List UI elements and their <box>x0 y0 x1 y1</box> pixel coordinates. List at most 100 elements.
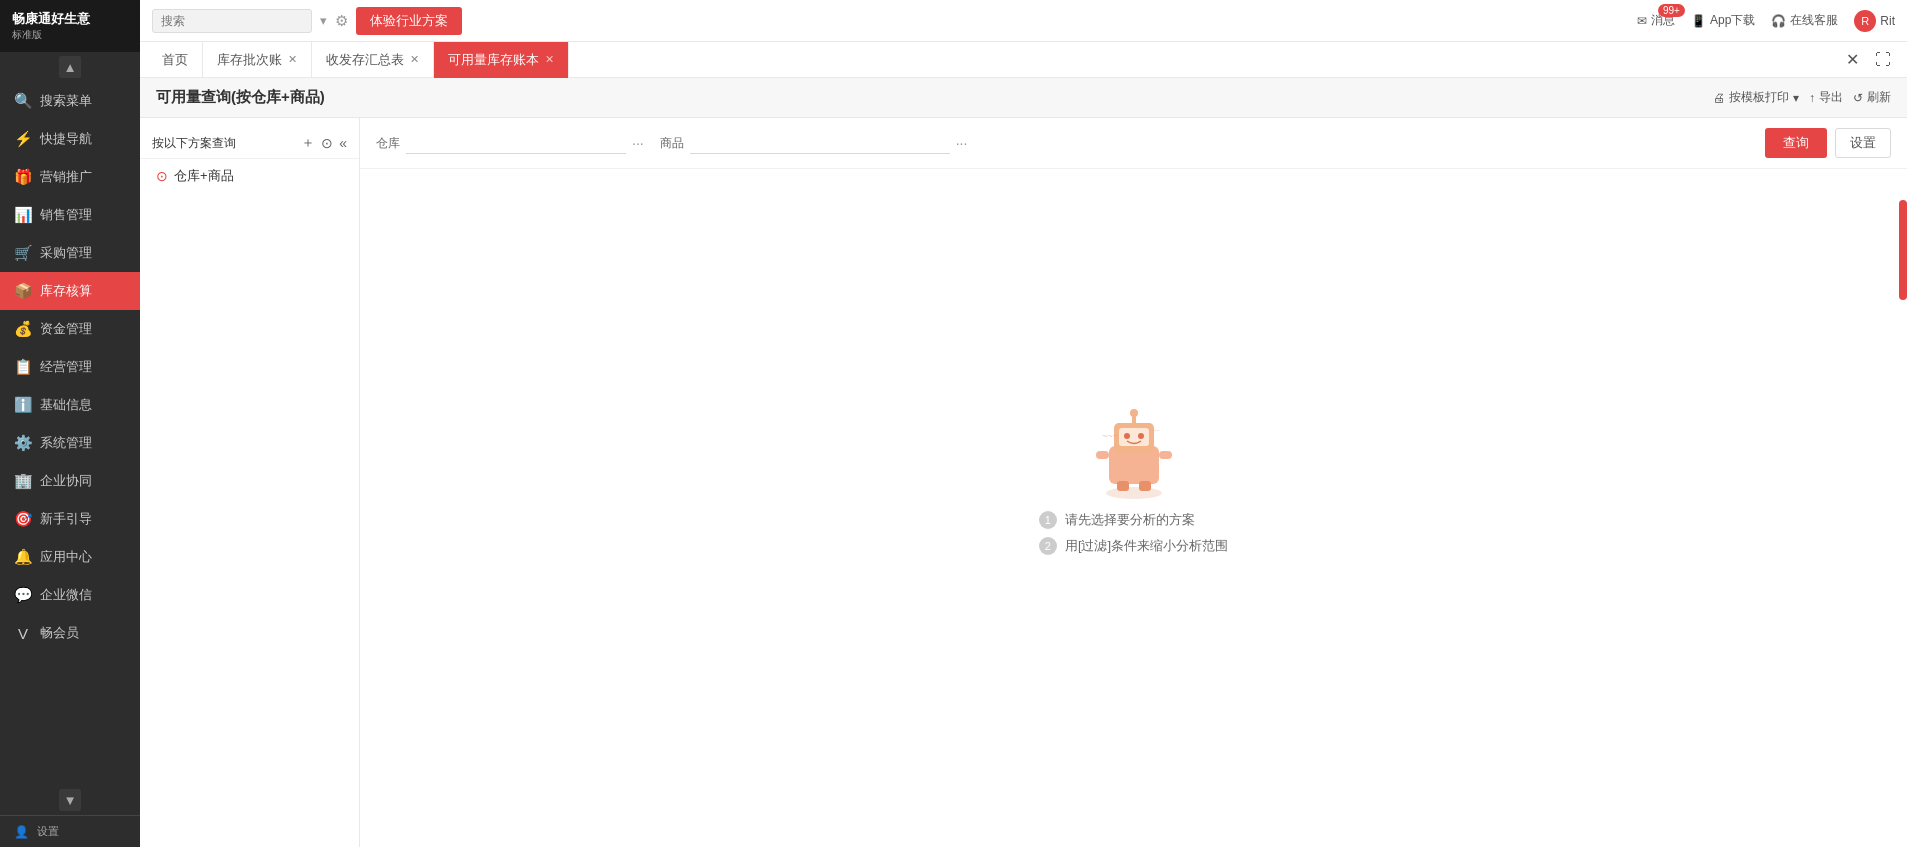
sidebar-label-marketing: 营销推广 <box>40 168 92 186</box>
tabs-bar: 首页库存批次账✕ 收发存汇总表 ✕ 可用量库存账本 ✕ ✕ ⛶ <box>140 42 1907 78</box>
sidebar-item-shortcut[interactable]: ⚡ 快捷导航 <box>0 120 140 158</box>
svg-point-7 <box>1130 409 1138 417</box>
sidebar-icon-system: ⚙️ <box>14 434 32 452</box>
scheme-add-button[interactable]: ＋ <box>301 134 315 152</box>
right-panel: 仓库 ··· 商品 ··· 查询 设置 <box>360 118 1907 847</box>
tab-label-available: 可用量库存账本 <box>448 51 539 69</box>
sidebar-label-appstore: 应用中心 <box>40 548 92 566</box>
sidebar-label-sales: 销售管理 <box>40 206 92 224</box>
sidebar-item-enterprise[interactable]: 🏢 企业协同 <box>0 462 140 500</box>
tab-close-batch[interactable]: ✕ <box>288 53 297 66</box>
page-header: 可用量查询(按仓库+商品) 🖨 按模板打印 ▾ ↑ 导出 ↺ 刷新 <box>140 78 1907 118</box>
svg-rect-8 <box>1096 451 1109 459</box>
refresh-icon: ↺ <box>1853 91 1863 105</box>
tab-close-receipt[interactable]: ✕ <box>410 53 419 66</box>
tabs-right-actions: ✕ ⛶ <box>1842 48 1899 71</box>
svg-point-5 <box>1138 433 1144 439</box>
topbar-dropdown-arrow[interactable]: ▾ <box>320 13 327 28</box>
sidebar-item-sales[interactable]: 📊 销售管理 <box>0 196 140 234</box>
sidebar-label-purchase: 采购管理 <box>40 244 92 262</box>
message-button[interactable]: ✉ 消息 99+ <box>1637 12 1675 29</box>
svg-point-4 <box>1124 433 1130 439</box>
tab-receipt[interactable]: 收发存汇总表 ✕ <box>312 42 434 78</box>
svg-point-0 <box>1106 487 1162 499</box>
tab-label-home: 首页 <box>162 51 188 69</box>
settings-button[interactable]: 设置 <box>1835 128 1891 158</box>
sidebar-label-inventory: 库存核算 <box>40 282 92 300</box>
sidebar-icon-member: V <box>14 625 32 642</box>
avatar: R <box>1854 10 1876 32</box>
sidebar-icon-enterprise: 🏢 <box>14 472 32 490</box>
product-label: 商品 <box>660 135 684 152</box>
sidebar-label-shortcut: 快捷导航 <box>40 130 92 148</box>
trial-button[interactable]: 体验行业方案 <box>356 7 462 35</box>
sidebar-icon-purchase: 🛒 <box>14 244 32 262</box>
sidebar-label-operation: 经营管理 <box>40 358 92 376</box>
app-download-button[interactable]: 📱 App下载 <box>1691 12 1755 29</box>
topbar-gear-icon[interactable]: ⚙ <box>335 12 348 30</box>
tab-available[interactable]: 可用量库存账本 ✕ <box>434 42 569 78</box>
tab-home[interactable]: 首页 <box>148 42 203 78</box>
sidebar-icon-inventory: 📦 <box>14 282 32 300</box>
message-icon: ✉ <box>1637 14 1647 28</box>
app-label: App下载 <box>1710 12 1755 29</box>
filter-actions: 查询 设置 <box>1765 128 1891 158</box>
sidebar-item-system[interactable]: ⚙️ 系统管理 <box>0 424 140 462</box>
sidebar-scroll-up[interactable]: ▲ <box>59 56 81 78</box>
sidebar-scroll: 🔍 搜索菜单 ⚡ 快捷导航 🎁 营销推广 📊 销售管理 🛒 采购管理 📦 库存核… <box>0 82 140 785</box>
svg-text:~~: ~~ <box>1152 427 1160 434</box>
scheme-title: 按以下方案查询 <box>152 135 236 152</box>
sidebar-item-finance[interactable]: 💰 资金管理 <box>0 310 140 348</box>
scheme-item-warehouse-product[interactable]: ⊙ 仓库+商品 <box>140 159 359 193</box>
content-area: 按以下方案查询 ＋ ⊙ « ⊙ 仓库+商品 仓库 ··· <box>140 118 1907 847</box>
close-tab-button[interactable]: ✕ <box>1842 48 1863 71</box>
sidebar-item-guide[interactable]: 🎯 新手引导 <box>0 500 140 538</box>
tabs-container: 首页库存批次账✕ 收发存汇总表 ✕ 可用量库存账本 ✕ <box>148 42 569 78</box>
sidebar-label-wechat: 企业微信 <box>40 586 92 604</box>
right-scrollbar[interactable] <box>1899 200 1907 300</box>
query-button[interactable]: 查询 <box>1765 128 1827 158</box>
sidebar-item-appstore[interactable]: 🔔 应用中心 <box>0 538 140 576</box>
sidebar-item-marketing[interactable]: 🎁 营销推广 <box>0 158 140 196</box>
sidebar-label-enterprise: 企业协同 <box>40 472 92 490</box>
refresh-label: 刷新 <box>1867 89 1891 106</box>
sidebar-item-basic[interactable]: ℹ️ 基础信息 <box>0 386 140 424</box>
tab-label-receipt: 收发存汇总表 <box>326 51 404 69</box>
service-label: 在线客服 <box>1790 12 1838 29</box>
phone-icon: 📱 <box>1691 14 1706 28</box>
print-button[interactable]: 🖨 按模板打印 ▾ <box>1713 89 1799 106</box>
product-input[interactable] <box>690 133 950 154</box>
refresh-button[interactable]: ↺ 刷新 <box>1853 89 1891 106</box>
scheme-actions: ＋ ⊙ « <box>301 134 347 152</box>
sidebar-label-basic: 基础信息 <box>40 396 92 414</box>
tab-close-available[interactable]: ✕ <box>545 53 554 66</box>
sidebar-item-purchase[interactable]: 🛒 采购管理 <box>0 234 140 272</box>
warehouse-more-icon[interactable]: ··· <box>632 135 644 151</box>
topbar-search-input[interactable] <box>152 9 312 33</box>
export-button[interactable]: ↑ 导出 <box>1809 89 1843 106</box>
sidebar-item-wechat[interactable]: 💬 企业微信 <box>0 576 140 614</box>
warehouse-input[interactable] <box>406 133 626 154</box>
tip2-text: 用[过滤]条件来缩小分析范围 <box>1065 537 1228 555</box>
sidebar-item-inventory[interactable]: 📦 库存核算 <box>0 272 140 310</box>
tab-batch[interactable]: 库存批次账✕ <box>203 42 312 78</box>
expand-button[interactable]: ⛶ <box>1871 49 1895 71</box>
sidebar-item-operation[interactable]: 📋 经营管理 <box>0 348 140 386</box>
user-menu[interactable]: R Rit <box>1854 10 1895 32</box>
sidebar-scroll-down[interactable]: ▼ <box>59 789 81 811</box>
scheme-settings-button[interactable]: ⊙ <box>321 134 333 152</box>
sidebar-title: 畅康通好生意 <box>12 10 128 28</box>
sidebar-header: 畅康通好生意 标准版 <box>0 0 140 52</box>
sidebar-label-search: 搜索菜单 <box>40 92 92 110</box>
export-icon: ↑ <box>1809 91 1815 105</box>
svg-text:~~~: ~~~ <box>1102 431 1118 441</box>
sidebar-icon-search: 🔍 <box>14 92 32 110</box>
online-service-button[interactable]: 🎧 在线客服 <box>1771 12 1838 29</box>
product-more-icon[interactable]: ··· <box>956 135 968 151</box>
warehouse-filter-group: 仓库 ··· <box>376 133 644 154</box>
sidebar-item-search[interactable]: 🔍 搜索菜单 <box>0 82 140 120</box>
scheme-item-label: 仓库+商品 <box>174 167 234 185</box>
tip2-number: 2 <box>1039 537 1057 555</box>
sidebar-item-member[interactable]: V 畅会员 <box>0 614 140 652</box>
scheme-collapse-button[interactable]: « <box>339 134 347 152</box>
